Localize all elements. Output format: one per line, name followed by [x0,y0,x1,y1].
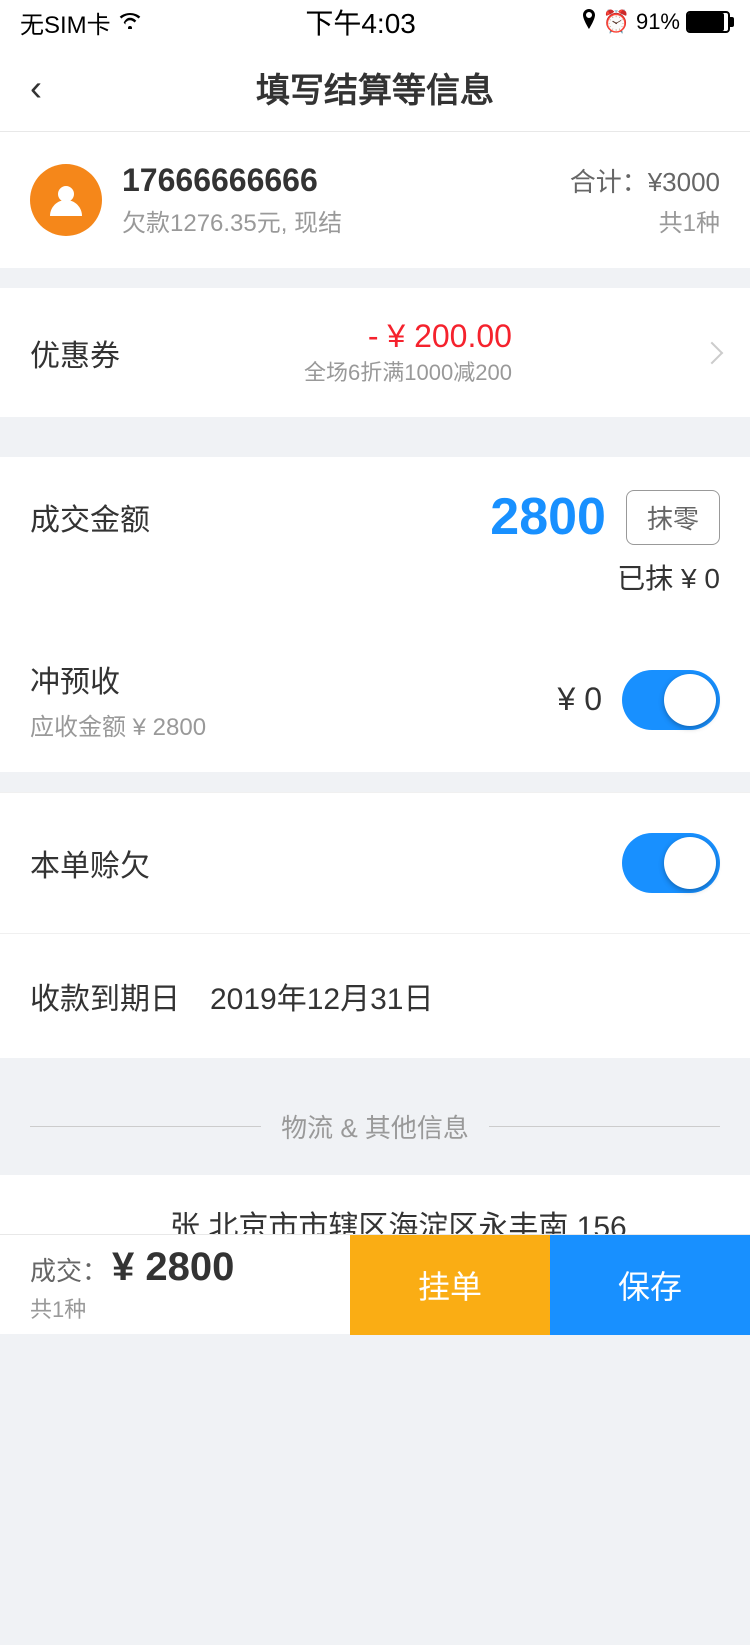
battery-icon [686,11,730,33]
section-line-left [30,1126,261,1127]
prepay-sublabel: 应收金额 ¥ 2800 [30,707,206,742]
gray-separator-2 [0,772,750,792]
nav-bar: ‹ 填写结算等信息 [0,44,750,132]
back-button[interactable]: ‹ [30,67,42,109]
due-date-row: 收款到期日 2019年12月31日 [0,933,750,1058]
alarm-icon: ⏰ [603,9,630,35]
bottom-summary: 成交： ¥ 2800 共1种 [0,1245,350,1324]
page-title: 填写结算等信息 [256,63,494,112]
pending-button[interactable]: 挂单 [350,1235,550,1335]
bottom-bar: 成交： ¥ 2800 共1种 挂单 保存 [0,1234,750,1334]
battery-label: 91% [636,9,680,35]
prepay-label: 冲预收 [30,657,206,701]
user-card: 17666666666 欠款1276.35元, 现结 合计：¥3000 共1种 [0,132,750,268]
coupon-amount: - ¥ 200.00 [304,318,512,355]
coupon-right-wrap: - ¥ 200.00 全场6折满1000减200 [304,318,512,387]
status-right: ⏰ 91% [581,9,730,35]
prepay-right: ¥ 0 [558,670,720,730]
prepay-left: 冲预收 应收金额 ¥ 2800 [30,657,206,742]
due-date-value: 2019年12月31日 [210,974,433,1018]
round-button[interactable]: 抹零 [626,490,720,545]
total-amount: 合计：¥3000 [570,162,720,199]
user-phone: 17666666666 [122,162,342,199]
wifi-icon [119,8,141,36]
coupon-desc: 全场6折满1000减200 [304,355,512,387]
prepay-row: 冲预收 应收金额 ¥ 2800 ¥ 0 [0,627,750,772]
amount-value: 2800 [490,487,606,547]
bottom-summary-label: 成交： [30,1251,108,1288]
bottom-summary-amount: ¥ 2800 [112,1245,234,1290]
debit-toggle[interactable] [622,833,720,893]
user-total: 合计：¥3000 共1种 [570,162,720,238]
amount-row: 成交金额 2800 抹零 [30,487,720,547]
status-bar: 无SIM卡 下午4:03 ⏰ 91% [0,0,750,44]
location-icon [581,9,597,35]
bottom-summary-count: 共1种 [30,1292,320,1324]
amount-label: 成交金额 [30,495,150,539]
status-time: 下午4:03 [305,2,416,42]
avatar [30,164,102,236]
section-header: 物流 & 其他信息 [0,1078,750,1175]
total-count: 共1种 [570,203,720,238]
amount-section: 成交金额 2800 抹零 已抹 ¥ 0 [0,457,750,627]
section-line-right [489,1126,720,1127]
gray-separator-3 [0,1058,750,1078]
bottom-spacer [0,1325,750,1525]
gray-separator [0,437,750,457]
coupon-row[interactable]: 优惠券 - ¥ 200.00 全场6折满1000减200 [0,288,750,417]
main-content: 17666666666 欠款1276.35元, 现结 合计：¥3000 共1种 … [0,132,750,1645]
section-title: 物流 & 其他信息 [281,1108,469,1145]
amount-sub: 已抹 ¥ 0 [30,557,720,597]
prepay-toggle[interactable] [622,670,720,730]
user-row: 17666666666 欠款1276.35元, 现结 合计：¥3000 共1种 [30,162,720,238]
coupon-chevron-right-icon [701,341,724,364]
debit-row: 本单赊欠 [0,792,750,933]
debit-label: 本单赊欠 [30,841,150,885]
status-left: 无SIM卡 [20,5,141,40]
carrier-label: 无SIM卡 [20,5,111,40]
amount-right: 2800 抹零 [490,487,720,547]
user-left: 17666666666 欠款1276.35元, 现结 [30,162,342,238]
coupon-label: 优惠券 [30,331,120,375]
due-date-label: 收款到期日 [30,974,180,1018]
user-desc: 欠款1276.35元, 现结 [122,203,342,238]
prepay-amount: ¥ 0 [558,681,602,718]
user-info: 17666666666 欠款1276.35元, 现结 [122,162,342,238]
save-button[interactable]: 保存 [550,1235,750,1335]
